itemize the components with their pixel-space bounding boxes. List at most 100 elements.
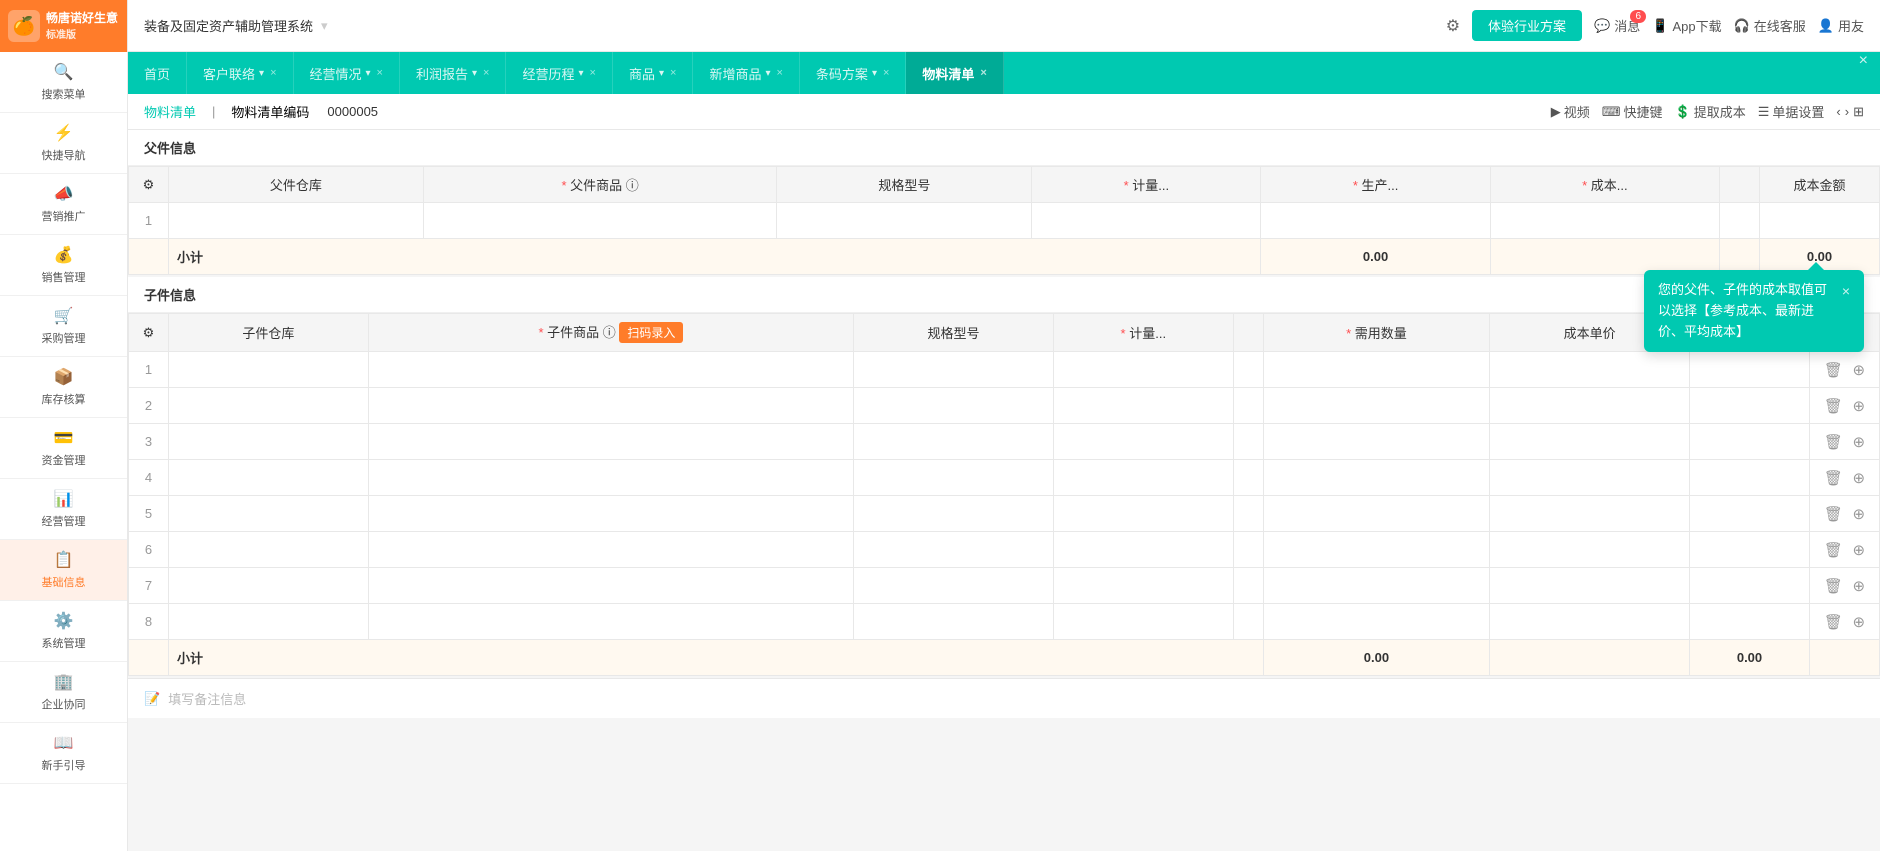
copy-icon-row-7[interactable]: ⊕	[1853, 578, 1866, 595]
child-row-6-spec[interactable]	[854, 532, 1054, 568]
delete-icon-row-3[interactable]: 🗑	[1824, 434, 1843, 451]
child-col-settings[interactable]: ⚙	[129, 314, 169, 352]
child-row-1-warehouse[interactable]	[169, 352, 369, 388]
tab-bom[interactable]: 物料清单 ×	[906, 52, 1003, 94]
child-row-7-qty[interactable]	[1263, 568, 1489, 604]
child-row-8-unit[interactable]	[1053, 604, 1233, 640]
single-setting-button[interactable]: ☰ 单据设置	[1758, 102, 1825, 121]
child-row-4-unit[interactable]	[1053, 460, 1233, 496]
child-row-8-spec[interactable]	[854, 604, 1054, 640]
tab-history-close[interactable]: ×	[590, 67, 596, 79]
child-row-4-goods[interactable]	[368, 460, 853, 496]
child-row-5-warehouse[interactable]	[169, 496, 369, 532]
tab-customer[interactable]: 客户联络 ▾ ×	[187, 52, 293, 94]
child-row-8-warehouse[interactable]	[169, 604, 369, 640]
tab-add-goods-close[interactable]: ×	[776, 67, 782, 79]
tab-goods[interactable]: 商品 ▾ ×	[613, 52, 693, 94]
delete-icon-row-4[interactable]: 🗑	[1824, 470, 1843, 487]
user-avatar[interactable]: 👤 用友	[1818, 16, 1864, 35]
child-row-4-qty[interactable]	[1263, 460, 1489, 496]
sidebar-item-basic-info[interactable]: 📋 基础信息	[0, 540, 127, 601]
child-row-3-unit[interactable]	[1053, 424, 1233, 460]
parent-row-1-spec[interactable]	[777, 203, 1032, 239]
child-row-3-warehouse[interactable]	[169, 424, 369, 460]
sidebar-item-inventory[interactable]: 📦 库存核算	[0, 357, 127, 418]
tab-home[interactable]: 首页	[128, 52, 187, 94]
child-row-1-spec[interactable]	[854, 352, 1054, 388]
sidebar-item-finance[interactable]: 💳 资金管理	[0, 418, 127, 479]
parent-row-1-produce[interactable]	[1261, 203, 1490, 239]
delete-icon-row-8[interactable]: 🗑	[1824, 614, 1843, 631]
tooltip-close-button[interactable]: ×	[1842, 280, 1850, 302]
child-row-8-qty[interactable]	[1263, 604, 1489, 640]
tab-add-goods[interactable]: 新增商品 ▾ ×	[693, 52, 799, 94]
child-row-2-unit-cost[interactable]	[1490, 388, 1690, 424]
child-row-7-spec[interactable]	[854, 568, 1054, 604]
child-row-8-goods[interactable]	[368, 604, 853, 640]
delete-icon-row-6[interactable]: 🗑	[1824, 542, 1843, 559]
trial-button[interactable]: 体验行业方案	[1472, 10, 1582, 41]
child-row-2-qty[interactable]	[1263, 388, 1489, 424]
sidebar-item-sales[interactable]: 💰 销售管理	[0, 235, 127, 296]
sidebar-item-system[interactable]: ⚙️ 系统管理	[0, 601, 127, 662]
child-row-7-unit[interactable]	[1053, 568, 1233, 604]
child-row-1-unit[interactable]	[1053, 352, 1233, 388]
close-all-tabs[interactable]: ×	[1847, 52, 1880, 94]
delete-icon-row-2[interactable]: 🗑	[1824, 398, 1843, 415]
tab-customer-close[interactable]: ×	[270, 67, 276, 79]
settings-gear-icon[interactable]: ⚙	[1446, 16, 1460, 36]
child-row-5-unit[interactable]	[1053, 496, 1233, 532]
child-row-7-unit-cost[interactable]	[1490, 568, 1690, 604]
sidebar-item-guide[interactable]: 📖 新手引导	[0, 723, 127, 784]
tab-operation-status[interactable]: 经营情况 ▾ ×	[294, 52, 400, 94]
message-button[interactable]: 💬 消息 6	[1594, 16, 1640, 35]
tab-barcode-close[interactable]: ×	[883, 67, 889, 79]
child-row-2-goods[interactable]	[368, 388, 853, 424]
child-row-5-unit-cost[interactable]	[1490, 496, 1690, 532]
child-row-2-warehouse[interactable]	[169, 388, 369, 424]
child-row-5-spec[interactable]	[854, 496, 1054, 532]
child-row-6-qty[interactable]	[1263, 532, 1489, 568]
child-row-1-qty[interactable]	[1263, 352, 1489, 388]
parent-row-1-cost[interactable]	[1490, 203, 1719, 239]
child-row-6-unit[interactable]	[1053, 532, 1233, 568]
child-row-3-unit-cost[interactable]	[1490, 424, 1690, 460]
sidebar-item-marketing[interactable]: 📣 营销推广	[0, 174, 127, 235]
online-service-button[interactable]: 🎧 在线客服	[1734, 16, 1806, 35]
copy-icon-row-8[interactable]: ⊕	[1853, 614, 1866, 631]
child-row-4-warehouse[interactable]	[169, 460, 369, 496]
child-row-7-warehouse[interactable]	[169, 568, 369, 604]
copy-icon-row-5[interactable]: ⊕	[1853, 506, 1866, 523]
copy-icon-row-1[interactable]: ⊕	[1853, 362, 1866, 379]
notes-placeholder[interactable]: 填写备注信息	[168, 689, 246, 708]
sidebar-item-operation[interactable]: 📊 经营管理	[0, 479, 127, 540]
tab-goods-close[interactable]: ×	[670, 67, 676, 79]
tab-operation-close[interactable]: ×	[377, 67, 383, 79]
tab-barcode[interactable]: 条码方案 ▾ ×	[800, 52, 906, 94]
child-row-3-spec[interactable]	[854, 424, 1054, 460]
delete-icon-row-5[interactable]: 🗑	[1824, 506, 1843, 523]
child-row-1-unit-cost[interactable]	[1490, 352, 1690, 388]
parent-col-settings[interactable]: ⚙	[129, 167, 169, 203]
child-row-4-unit-cost[interactable]	[1490, 460, 1690, 496]
delete-icon-row-7[interactable]: 🗑	[1824, 578, 1843, 595]
tab-history[interactable]: 经营历程 ▾ ×	[506, 52, 612, 94]
child-row-6-unit-cost[interactable]	[1490, 532, 1690, 568]
parent-row-1-unit[interactable]	[1032, 203, 1261, 239]
child-row-3-qty[interactable]	[1263, 424, 1489, 460]
sidebar-item-enterprise[interactable]: 🏢 企业协同	[0, 662, 127, 723]
tab-profit[interactable]: 利润报告 ▾ ×	[400, 52, 506, 94]
cost-button[interactable]: 💲 提取成本	[1675, 102, 1746, 121]
child-row-3-goods[interactable]	[368, 424, 853, 460]
sidebar-item-quick-nav[interactable]: ⚡ 快捷导航	[0, 113, 127, 174]
breadcrumb-bom[interactable]: 物料清单	[144, 102, 196, 121]
shortcut-button[interactable]: ⌨ 快捷键	[1602, 102, 1663, 121]
copy-icon-row-2[interactable]: ⊕	[1853, 398, 1866, 415]
child-row-4-spec[interactable]	[854, 460, 1054, 496]
copy-icon-row-6[interactable]: ⊕	[1853, 542, 1866, 559]
tab-bom-close[interactable]: ×	[980, 67, 986, 79]
child-row-1-goods[interactable]	[368, 352, 853, 388]
sidebar-item-search[interactable]: 🔍 搜索菜单	[0, 52, 127, 113]
child-row-2-spec[interactable]	[854, 388, 1054, 424]
parent-row-1-warehouse[interactable]	[169, 203, 424, 239]
